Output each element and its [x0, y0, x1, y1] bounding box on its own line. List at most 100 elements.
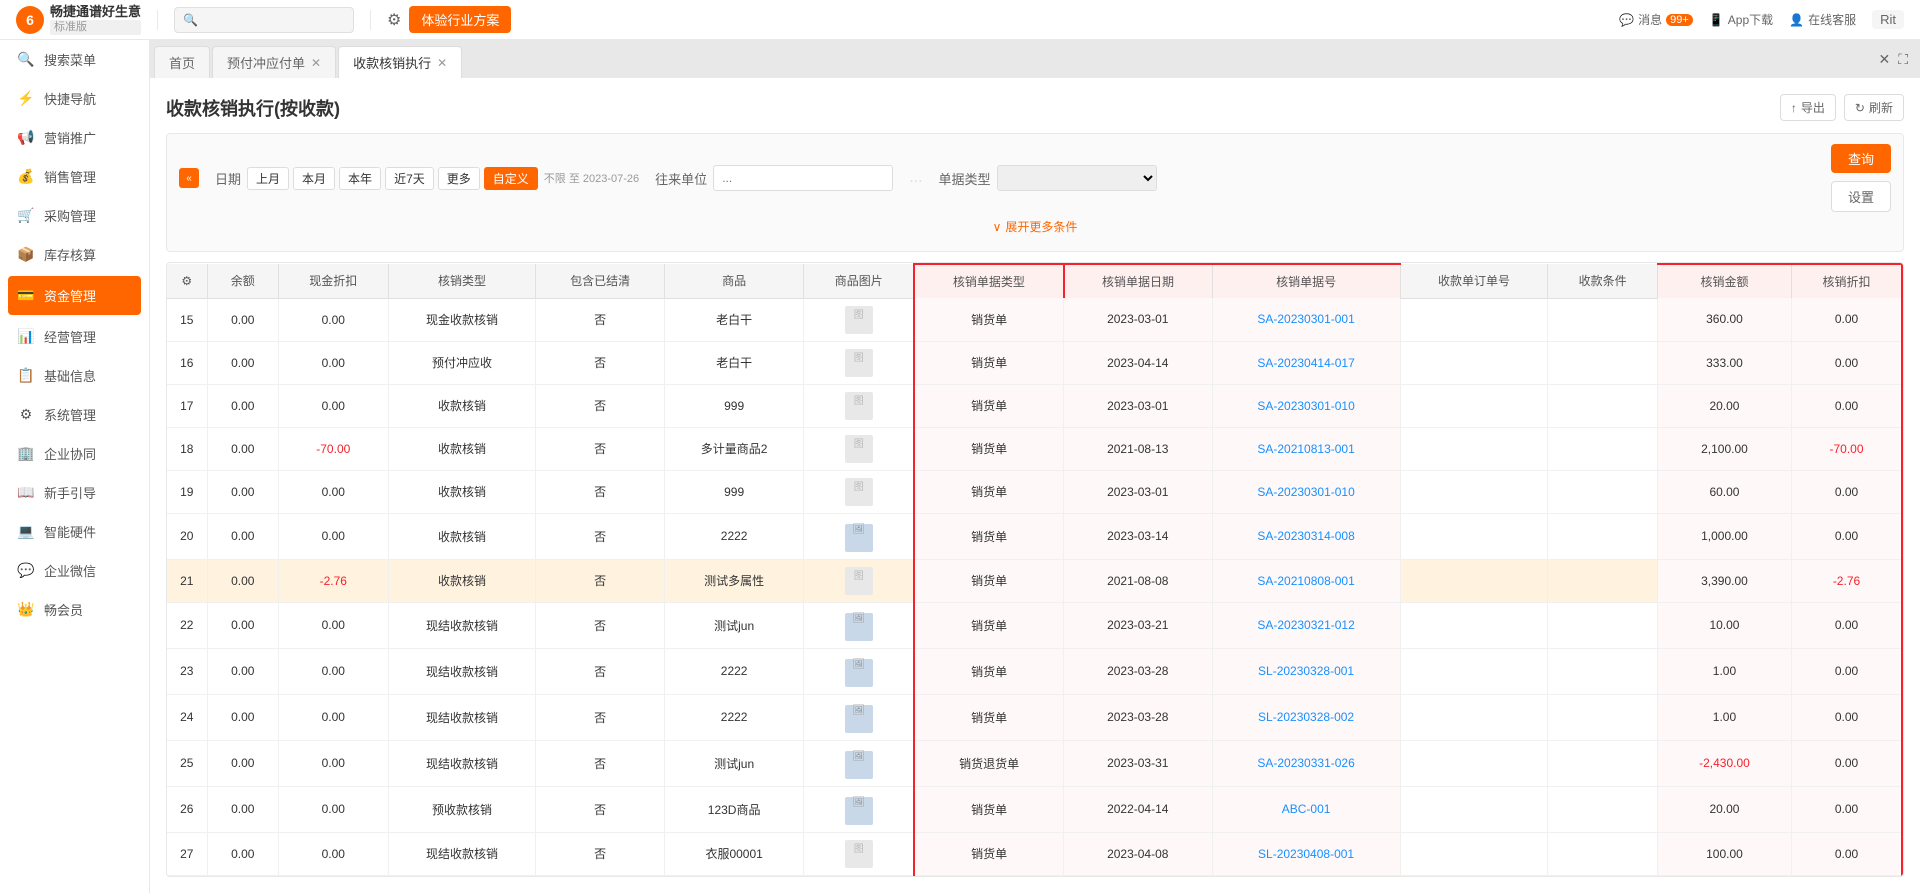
- bill-no-link[interactable]: SA-20230331-026: [1257, 756, 1354, 770]
- cell-bill-no[interactable]: SA-20230414-017: [1212, 341, 1400, 384]
- col-goods-image: 商品图片: [804, 264, 914, 298]
- sidebar-item-guide[interactable]: 📖 新手引导: [0, 473, 149, 512]
- sidebar-item-search[interactable]: 🔍 搜索菜单: [0, 40, 149, 79]
- expand-more-btn[interactable]: ∨ 展开更多条件: [179, 218, 1891, 235]
- tab-writeoff[interactable]: 收款核销执行 ✕: [338, 46, 462, 78]
- filter-collapse-button[interactable]: «: [179, 168, 199, 188]
- sidebar-item-management[interactable]: 📊 经营管理: [0, 317, 149, 356]
- cell-bill-no[interactable]: SA-20230301-010: [1212, 384, 1400, 427]
- cell-bill-no[interactable]: SA-20210808-001: [1212, 559, 1400, 602]
- online-service-button[interactable]: 👤 在线客服: [1789, 11, 1856, 28]
- cell-receipt-condition: [1548, 298, 1658, 341]
- date-this-year-btn[interactable]: 本年: [339, 167, 381, 190]
- bill-no-link[interactable]: SL-20230328-001: [1258, 664, 1354, 678]
- date-last-month-btn[interactable]: 上月: [247, 167, 289, 190]
- sidebar-item-marketing[interactable]: 📢 营销推广: [0, 118, 149, 157]
- sidebar-item-quick[interactable]: ⚡ 快捷导航: [0, 79, 149, 118]
- cell-bill-date: 2023-03-01: [1064, 384, 1213, 427]
- cell-writeoff-amount: 60.00: [1657, 470, 1791, 513]
- cell-goods: 2222: [665, 648, 804, 694]
- bill-no-link[interactable]: ABC-001: [1282, 802, 1331, 816]
- cell-bill-no[interactable]: SL-20230408-001: [1212, 832, 1400, 875]
- cell-balance: 0.00: [207, 559, 278, 602]
- sidebar-item-basic[interactable]: 📋 基础信息: [0, 356, 149, 395]
- cell-writeoff-type: 预付冲应收: [388, 341, 536, 384]
- bill-no-link[interactable]: SA-20230314-008: [1257, 529, 1354, 543]
- cell-bill-no[interactable]: SL-20230328-002: [1212, 694, 1400, 740]
- date-this-month-btn[interactable]: 本月: [293, 167, 335, 190]
- solution-button[interactable]: 体验行业方案: [409, 6, 511, 33]
- export-button[interactable]: ↑ 导出: [1780, 94, 1836, 121]
- cell-bill-no[interactable]: SL-20230328-001: [1212, 648, 1400, 694]
- sidebar-item-purchase[interactable]: 🛒 采购管理: [0, 196, 149, 235]
- cell-receipt-condition: [1548, 740, 1658, 786]
- cell-writeoff-amount: 2,100.00: [1657, 427, 1791, 470]
- cell-receipt-condition: [1548, 341, 1658, 384]
- search-bar[interactable]: 🔍: [174, 7, 354, 33]
- bill-no-link[interactable]: SL-20230328-002: [1258, 710, 1354, 724]
- setting-button[interactable]: 设置: [1831, 181, 1891, 212]
- tab-close-all-icon[interactable]: ✕: [1878, 51, 1890, 68]
- date-custom-btn[interactable]: 自定义: [484, 167, 538, 190]
- sidebar-item-sales[interactable]: 💰 销售管理: [0, 157, 149, 196]
- bill-no-link[interactable]: SA-20230301-001: [1257, 312, 1354, 326]
- cell-cash-discount: 0.00: [278, 384, 388, 427]
- app-download-button[interactable]: 📱 App下载: [1709, 11, 1773, 28]
- date-7days-btn[interactable]: 近7天: [385, 167, 434, 190]
- bill-no-link[interactable]: SA-20210813-001: [1257, 442, 1354, 456]
- sidebar-item-system[interactable]: ⚙ 系统管理: [0, 395, 149, 434]
- col-settings[interactable]: ⚙: [167, 264, 207, 298]
- sidebar-item-enterprise[interactable]: 🏢 企业协同: [0, 434, 149, 473]
- cell-writeoff-discount: 0.00: [1791, 740, 1902, 786]
- table-row: 21 0.00 -2.76 收款核销 否 测试多属性 图 销货单 2021-08…: [167, 559, 1902, 602]
- cell-cash-discount: 0.00: [278, 513, 388, 559]
- cell-bill-no[interactable]: SA-20230331-026: [1212, 740, 1400, 786]
- cell-goods-image: 🖼: [804, 786, 914, 832]
- col-receipt-order-no: 收款单订单号: [1400, 264, 1548, 298]
- close-prepay-tab-icon[interactable]: ✕: [311, 56, 321, 70]
- close-writeoff-tab-icon[interactable]: ✕: [437, 56, 447, 70]
- bill-no-link[interactable]: SA-20230321-012: [1257, 618, 1354, 632]
- cell-bill-no[interactable]: SA-20230314-008: [1212, 513, 1400, 559]
- date-more-btn[interactable]: 更多: [438, 167, 480, 190]
- bill-no-link[interactable]: SA-20230301-010: [1257, 485, 1354, 499]
- cell-bill-no[interactable]: SA-20230321-012: [1212, 602, 1400, 648]
- cell-receipt-condition: [1548, 470, 1658, 513]
- bill-no-link[interactable]: SA-20210808-001: [1257, 574, 1354, 588]
- cell-bill-type: 销货单: [914, 559, 1063, 602]
- cell-no: 22: [167, 602, 207, 648]
- bill-no-link[interactable]: SA-20230414-017: [1257, 356, 1354, 370]
- cell-balance: 0.00: [207, 875, 278, 877]
- table-row: 25 0.00 0.00 现结收款核销 否 测试jun 🖼 销货退货单 2023…: [167, 740, 1902, 786]
- cell-bill-no[interactable]: SA-20230301-001: [1212, 298, 1400, 341]
- voucher-type-select[interactable]: [997, 165, 1157, 191]
- tab-home[interactable]: 首页: [154, 46, 210, 78]
- tab-maximize-icon[interactable]: ⛶: [1898, 51, 1908, 68]
- sidebar-item-member[interactable]: 👑 畅会员: [0, 590, 149, 629]
- bill-no-link[interactable]: SL-20230408-001: [1258, 847, 1354, 861]
- message-button[interactable]: 💬 消息 99+: [1619, 11, 1693, 28]
- refresh-button[interactable]: ↻ 刷新: [1844, 94, 1904, 121]
- partner-input[interactable]: [713, 165, 893, 191]
- gear-icon[interactable]: ⚙: [387, 10, 401, 30]
- page-content: 收款核销执行(按收款) ↑ 导出 ↻ 刷新 «: [150, 78, 1920, 893]
- logo-icon: 6: [16, 6, 44, 34]
- cell-writeoff-type: 收款核销: [388, 470, 536, 513]
- cell-bill-no[interactable]: SL-20230418-001: [1212, 875, 1400, 877]
- sidebar-item-wechat[interactable]: 💬 企业微信: [0, 551, 149, 590]
- cell-bill-date: 2023-03-28: [1064, 694, 1213, 740]
- cell-no: 26: [167, 786, 207, 832]
- cell-bill-no[interactable]: SA-20210813-001: [1212, 427, 1400, 470]
- bill-no-link[interactable]: SA-20230301-010: [1257, 399, 1354, 413]
- top-bar-left: 6 畅捷通谱好生意 标准版 🔍 ⚙ 体验行业方案: [16, 4, 511, 35]
- cell-bill-no[interactable]: SA-20230301-010: [1212, 470, 1400, 513]
- main-layout: 🔍 搜索菜单 ⚡ 快捷导航 📢 营销推广 💰 销售管理 🛒 采购管理 📦 库存核…: [0, 40, 1920, 893]
- cell-bill-date: 2023-03-01: [1064, 298, 1213, 341]
- query-button[interactable]: 查询: [1831, 144, 1891, 173]
- sidebar-item-inventory[interactable]: 📦 库存核算: [0, 235, 149, 274]
- tab-prepay[interactable]: 预付冲应付单 ✕: [212, 46, 336, 78]
- sidebar-item-finance[interactable]: 💳 资金管理: [8, 276, 141, 315]
- sidebar-item-hardware[interactable]: 💻 智能硬件: [0, 512, 149, 551]
- cell-bill-no[interactable]: ABC-001: [1212, 786, 1400, 832]
- cell-writeoff-discount: 0.00: [1791, 298, 1902, 341]
